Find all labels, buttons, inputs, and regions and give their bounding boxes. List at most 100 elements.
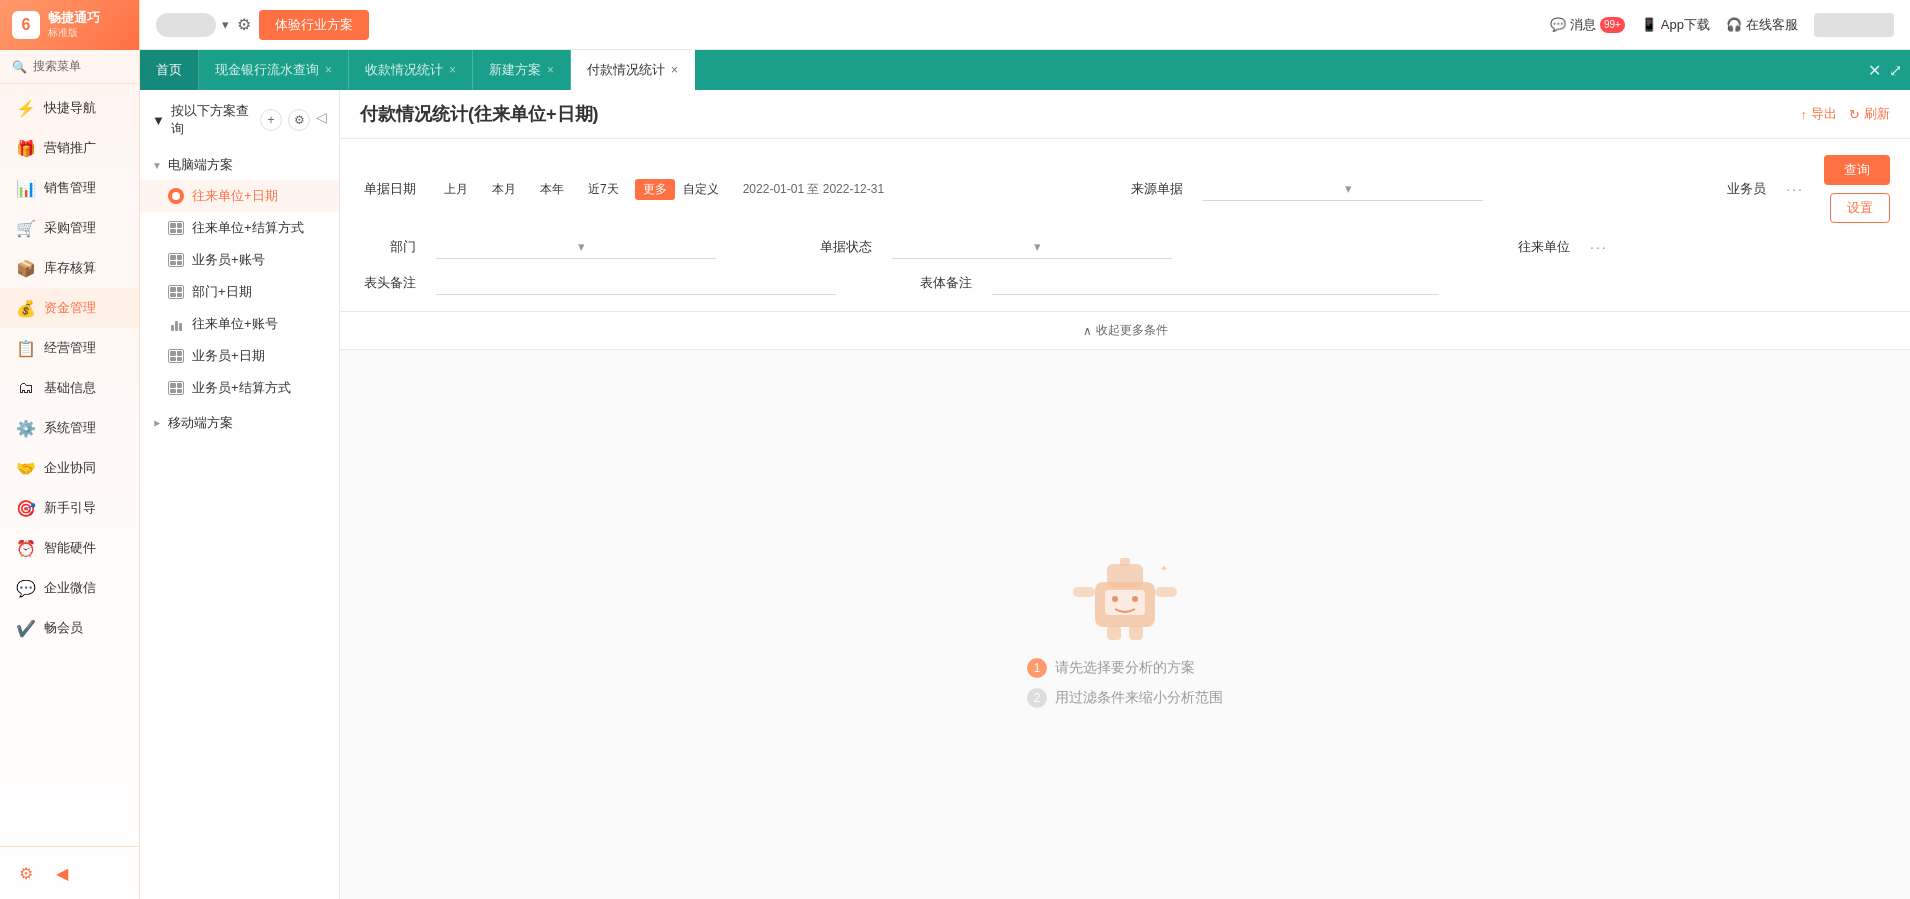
sidebar-item-sales[interactable]: 📊 销售管理	[0, 168, 139, 208]
empty-tip-1: 1 请先选择要分析的方案	[1027, 658, 1223, 678]
date-range-display: 2022-01-01 至 2022-12-31	[743, 181, 884, 198]
export-btn[interactable]: ↑ 导出	[1801, 105, 1838, 123]
source-select[interactable]: ▾	[1203, 177, 1483, 201]
salesperson-label: 业务员	[1726, 180, 1766, 198]
date-custom-btn[interactable]: 自定义	[683, 181, 719, 198]
sidebar-item-basic[interactable]: 🗂 基础信息	[0, 368, 139, 408]
scheme-item-staff-account[interactable]: 业务员+账号	[140, 244, 339, 276]
tab-bank-flow[interactable]: 现金银行流水查询 ×	[199, 50, 349, 90]
sidebar-item-operation[interactable]: 📋 经营管理	[0, 328, 139, 368]
add-scheme-btn[interactable]: +	[260, 109, 282, 131]
body-note-input[interactable]	[992, 271, 1439, 295]
header-note-label: 表头备注	[360, 274, 416, 292]
date-btn-this-year[interactable]: 本年	[532, 178, 572, 201]
collapse-panel-btn[interactable]: ◁	[316, 109, 327, 131]
message-badge: 99+	[1600, 17, 1625, 33]
panel-title: 按以下方案查询	[171, 102, 260, 138]
scheme-group-desktop: ▼ 电脑端方案 往来单位+日期 往来单位+结算方式	[140, 150, 339, 404]
topbar-settings-btn[interactable]: ⚙	[237, 15, 251, 34]
step-1-icon: 1	[1027, 658, 1047, 678]
scheme-item-staff-settle[interactable]: 业务员+结算方式	[140, 372, 339, 404]
filter-row-2: 部门 ▾ 单据状态 ▾ 往来单位 ···	[360, 235, 1890, 259]
dept-select-arrow: ▾	[578, 239, 708, 254]
svg-point-0	[172, 192, 180, 200]
tab-close-collection-stats[interactable]: ×	[449, 63, 456, 77]
sidebar: 6 畅捷通巧 标准版 🔍 搜索菜单 ⚡ 快捷导航 🎁 营销推广 📊 销售管理 🛒…	[0, 0, 140, 899]
status-label: 单据状态	[816, 238, 872, 256]
sidebar-item-wechat[interactable]: 💬 企业微信	[0, 568, 139, 608]
scheme-settings-btn[interactable]: ⚙	[288, 109, 310, 131]
online-service-btn[interactable]: 🎧 在线客服	[1726, 16, 1798, 34]
tab-new-scheme[interactable]: 新建方案 ×	[473, 50, 571, 90]
sidebar-item-vip[interactable]: ✔️ 畅会员	[0, 608, 139, 648]
sidebar-item-guide[interactable]: 🎯 新手引导	[0, 488, 139, 528]
right-content: 付款情况统计(往来单位+日期) ↑ 导出 ↻ 刷新 单据日期	[340, 90, 1910, 899]
settings-bottom-btn[interactable]: ⚙	[12, 859, 40, 887]
scheme-table2-icon	[168, 252, 184, 268]
svg-rect-8	[1155, 587, 1177, 597]
svg-point-4	[1132, 596, 1138, 602]
message-btn[interactable]: 💬 消息 99+	[1550, 16, 1625, 34]
header-note-input[interactable]	[436, 271, 836, 295]
date-more-btn[interactable]: 更多	[635, 179, 675, 200]
topbar-right: 💬 消息 99+ 📱 App下载 🎧 在线客服	[1550, 13, 1894, 37]
refresh-btn[interactable]: ↻ 刷新	[1849, 105, 1890, 123]
sidebar-item-inventory[interactable]: 📦 库存核算	[0, 248, 139, 288]
scheme-item-staff-date[interactable]: 业务员+日期	[140, 340, 339, 372]
collapse-sidebar-btn[interactable]: ◀	[48, 859, 76, 887]
tab-home[interactable]: 首页	[140, 50, 199, 90]
app-download-btn[interactable]: 📱 App下载	[1641, 16, 1710, 34]
sidebar-bottom: ⚙ ◀	[0, 846, 139, 899]
search-menu[interactable]: 🔍 搜索菜单	[0, 50, 139, 84]
tab-close-bank-flow[interactable]: ×	[325, 63, 332, 77]
scheme-group-mobile-header[interactable]: ▼ 移动端方案	[140, 408, 339, 438]
sidebar-item-marketing[interactable]: 🎁 营销推广	[0, 128, 139, 168]
sidebar-item-purchase[interactable]: 🛒 采购管理	[0, 208, 139, 248]
wechat-icon: 💬	[16, 578, 36, 598]
sidebar-item-system[interactable]: ⚙️ 系统管理	[0, 408, 139, 448]
sidebar-item-quick-nav[interactable]: ⚡ 快捷导航	[0, 88, 139, 128]
maximize-btn[interactable]: ⤢	[1889, 61, 1902, 80]
tab-close-payment-stats[interactable]: ×	[671, 63, 678, 77]
svg-rect-10	[1129, 626, 1143, 640]
page-header: 付款情况统计(往来单位+日期) ↑ 导出 ↻ 刷新	[340, 90, 1910, 139]
tab-close-new-scheme[interactable]: ×	[547, 63, 554, 77]
scheme-group-desktop-header[interactable]: ▼ 电脑端方案	[140, 150, 339, 180]
tab-collection-stats[interactable]: 收款情况统计 ×	[349, 50, 473, 90]
partner-dots[interactable]: ···	[1590, 239, 1790, 255]
date-btn-this-month[interactable]: 本月	[484, 178, 524, 201]
date-label: 单据日期	[360, 180, 416, 198]
svg-point-3	[1112, 596, 1118, 602]
date-btn-7days[interactable]: 近7天	[580, 178, 627, 201]
topbar-profile: ▾	[156, 13, 229, 37]
profile-dropdown-btn[interactable]: ▾	[222, 17, 229, 32]
scheme-item-partner-account[interactable]: 往来单位+账号	[140, 308, 339, 340]
dept-select[interactable]: ▾	[436, 235, 716, 259]
sidebar-item-hardware[interactable]: ⏰ 智能硬件	[0, 528, 139, 568]
trial-btn[interactable]: 体验行业方案	[259, 10, 369, 40]
purchase-icon: 🛒	[16, 218, 36, 238]
export-icon: ↑	[1801, 107, 1808, 122]
sidebar-item-enterprise[interactable]: 🤝 企业协同	[0, 448, 139, 488]
tabbar: 首页 现金银行流水查询 × 收款情况统计 × 新建方案 × 付款情况统计 × ✕…	[140, 50, 1910, 90]
scheme-item-partner-date[interactable]: 往来单位+日期	[140, 180, 339, 212]
status-select[interactable]: ▾	[892, 235, 1172, 259]
sidebar-nav: ⚡ 快捷导航 🎁 营销推广 📊 销售管理 🛒 采购管理 📦 库存核算 💰 资金管…	[0, 84, 139, 846]
left-panel: ▼ 按以下方案查询 + ⚙ ◁ ▼ 电脑端方案	[140, 90, 340, 899]
collapse-conditions-btn[interactable]: ∧ 收起更多条件	[1083, 322, 1168, 339]
scheme-table3-icon	[168, 284, 184, 300]
sales-icon: 📊	[16, 178, 36, 198]
scheme-item-dept-date[interactable]: 部门+日期	[140, 276, 339, 308]
empty-illustration: ✦ ·	[1065, 542, 1185, 642]
salesperson-dots[interactable]: ···	[1786, 181, 1804, 197]
operation-icon: 📋	[16, 338, 36, 358]
sidebar-item-finance[interactable]: 💰 资金管理	[0, 288, 139, 328]
scheme-item-partner-settle[interactable]: 往来单位+结算方式	[140, 212, 339, 244]
date-btn-last-month[interactable]: 上月	[436, 178, 476, 201]
topbar-user-info[interactable]	[1814, 13, 1894, 37]
marketing-icon: 🎁	[16, 138, 36, 158]
tab-payment-stats[interactable]: 付款情况统计 ×	[571, 50, 695, 90]
close-all-tabs-btn[interactable]: ✕	[1868, 61, 1881, 80]
query-btn[interactable]: 查询	[1824, 155, 1890, 185]
filter-settings-btn[interactable]: 设置	[1830, 193, 1890, 223]
